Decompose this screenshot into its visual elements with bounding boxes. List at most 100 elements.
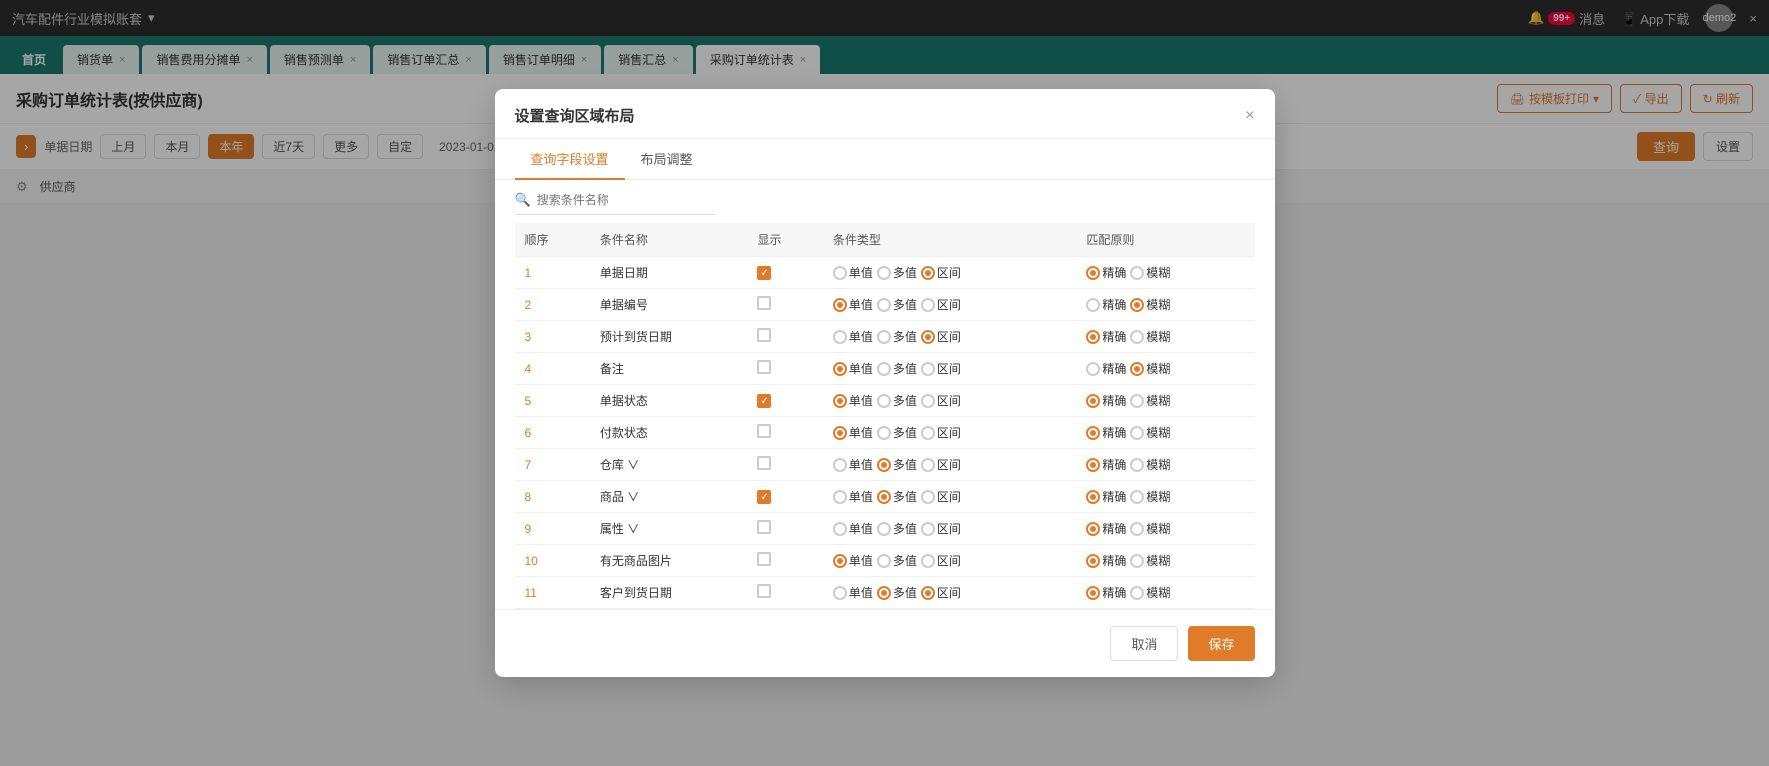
row-show-checkbox[interactable] — [747, 417, 822, 449]
checkbox[interactable] — [757, 552, 771, 566]
radio-match_exact[interactable]: 精确 — [1086, 360, 1126, 377]
radio-type_multi[interactable]: 多值 — [877, 264, 917, 281]
radio-type_multi[interactable]: 多值 — [877, 392, 917, 409]
radio-type_multi[interactable]: 多值 — [877, 296, 917, 313]
radio-match_fuzzy[interactable]: 模糊 — [1130, 264, 1170, 281]
row-show-checkbox[interactable] — [747, 289, 822, 321]
row-condition-name: 预计到货日期 — [590, 321, 748, 353]
radio-circle — [1086, 458, 1100, 472]
checkbox[interactable] — [757, 296, 771, 310]
radio-match_fuzzy[interactable]: 模糊 — [1130, 424, 1170, 441]
radio-type_single[interactable]: 单值 — [833, 488, 873, 505]
save-button[interactable]: 保存 — [1188, 626, 1254, 661]
radio-type_range[interactable]: 区间 — [921, 488, 961, 505]
radio-type_single[interactable]: 单值 — [833, 584, 873, 601]
dialog-close-button[interactable]: × — [1245, 108, 1254, 124]
radio-type_multi[interactable]: 多值 — [877, 456, 917, 473]
radio-match_exact[interactable]: 精确 — [1086, 296, 1126, 313]
checkbox[interactable] — [757, 328, 771, 342]
row-show-checkbox[interactable] — [747, 353, 822, 385]
radio-type_range[interactable]: 区间 — [921, 584, 961, 601]
checkbox[interactable] — [757, 360, 771, 374]
radio-type_range[interactable]: 区间 — [921, 520, 961, 537]
radio-match_fuzzy[interactable]: 模糊 — [1130, 552, 1170, 569]
radio-match_fuzzy[interactable]: 模糊 — [1130, 328, 1170, 345]
radio-type_single[interactable]: 单值 — [833, 520, 873, 537]
radio-type_multi[interactable]: 多值 — [877, 328, 917, 345]
radio-type_range[interactable]: 区间 — [921, 456, 961, 473]
radio-type_single[interactable]: 单值 — [833, 296, 873, 313]
radio-match_fuzzy[interactable]: 模糊 — [1130, 520, 1170, 537]
table-row: 8商品 ∨✓单值多值区间精确模糊 — [515, 481, 1255, 513]
radio-match_exact[interactable]: 精确 — [1086, 584, 1126, 601]
checkbox[interactable] — [757, 424, 771, 438]
radio-type_multi[interactable]: 多值 — [877, 488, 917, 505]
checkbox[interactable]: ✓ — [757, 394, 771, 408]
checkbox[interactable] — [757, 520, 771, 534]
radio-match_exact[interactable]: 精确 — [1086, 392, 1126, 409]
checkbox[interactable] — [757, 584, 771, 598]
radio-match_exact[interactable]: 精确 — [1086, 488, 1126, 505]
radio-type_single[interactable]: 单值 — [833, 360, 873, 377]
radio-type_multi[interactable]: 多值 — [877, 520, 917, 537]
radio-type_range[interactable]: 区间 — [921, 264, 961, 281]
radio-circle — [1086, 586, 1100, 600]
radio-match_exact[interactable]: 精确 — [1086, 328, 1126, 345]
radio-type_multi[interactable]: 多值 — [877, 360, 917, 377]
radio-type_range[interactable]: 区间 — [921, 360, 961, 377]
search-input[interactable] — [537, 193, 697, 207]
table-row: 5单据状态✓单值多值区间精确模糊 — [515, 385, 1255, 417]
radio-type_range[interactable]: 区间 — [921, 328, 961, 345]
radio-match_exact[interactable]: 精确 — [1086, 424, 1126, 441]
radio-match_exact[interactable]: 精确 — [1086, 456, 1126, 473]
checkbox[interactable]: ✓ — [757, 266, 771, 280]
search-box: 🔍 — [515, 192, 715, 215]
radio-type_range[interactable]: 区间 — [921, 392, 961, 409]
radio-type_range[interactable]: 区间 — [921, 424, 961, 441]
row-type-radios: 单值多值区间 — [823, 353, 1077, 385]
radio-type_single[interactable]: 单值 — [833, 328, 873, 345]
radio-match_fuzzy[interactable]: 模糊 — [1130, 296, 1170, 313]
radio-type_range[interactable]: 区间 — [921, 552, 961, 569]
table-row: 11客户到货日期单值多值区间精确模糊 — [515, 577, 1255, 609]
radio-type_single[interactable]: 单值 — [833, 392, 873, 409]
dialog-tab-layout[interactable]: 布局调整 — [625, 139, 709, 180]
radio-match_exact[interactable]: 精确 — [1086, 520, 1126, 537]
row-show-checkbox[interactable]: ✓ — [747, 481, 822, 513]
radio-circle — [921, 426, 935, 440]
row-condition-name: 属性 ∨ — [590, 513, 748, 545]
row-order: 8 — [515, 481, 590, 513]
radio-type_multi[interactable]: 多值 — [877, 424, 917, 441]
radio-type_single[interactable]: 单值 — [833, 424, 873, 441]
row-show-checkbox[interactable]: ✓ — [747, 257, 822, 289]
radio-match_fuzzy[interactable]: 模糊 — [1130, 488, 1170, 505]
radio-match_exact[interactable]: 精确 — [1086, 552, 1126, 569]
settings-dialog: 设置查询区域布局 × 查询字段设置 布局调整 🔍 顺序 — [495, 89, 1275, 677]
radio-circle — [921, 586, 935, 600]
checkbox[interactable] — [757, 456, 771, 470]
row-show-checkbox[interactable]: ✓ — [747, 385, 822, 417]
radio-type_multi[interactable]: 多值 — [877, 552, 917, 569]
radio-match_exact[interactable]: 精确 — [1086, 264, 1126, 281]
row-order: 3 — [515, 321, 590, 353]
row-condition-name: 有无商品图片 — [590, 545, 748, 577]
radio-type_single[interactable]: 单值 — [833, 264, 873, 281]
dialog-tab-query-fields[interactable]: 查询字段设置 — [515, 139, 625, 180]
checkbox[interactable]: ✓ — [757, 490, 771, 504]
row-show-checkbox[interactable] — [747, 513, 822, 545]
radio-type_single[interactable]: 单值 — [833, 552, 873, 569]
radio-circle — [877, 266, 891, 280]
radio-type_single[interactable]: 单值 — [833, 456, 873, 473]
cancel-button[interactable]: 取消 — [1110, 626, 1178, 661]
row-show-checkbox[interactable] — [747, 577, 822, 609]
radio-match_fuzzy[interactable]: 模糊 — [1130, 456, 1170, 473]
row-show-checkbox[interactable] — [747, 449, 822, 481]
radio-match_fuzzy[interactable]: 模糊 — [1130, 584, 1170, 601]
radio-type_multi[interactable]: 多值 — [877, 584, 917, 601]
row-show-checkbox[interactable] — [747, 321, 822, 353]
radio-match_fuzzy[interactable]: 模糊 — [1130, 360, 1170, 377]
row-show-checkbox[interactable] — [747, 545, 822, 577]
radio-match_fuzzy[interactable]: 模糊 — [1130, 392, 1170, 409]
radio-type_range[interactable]: 区间 — [921, 296, 961, 313]
table-row: 6付款状态单值多值区间精确模糊 — [515, 417, 1255, 449]
